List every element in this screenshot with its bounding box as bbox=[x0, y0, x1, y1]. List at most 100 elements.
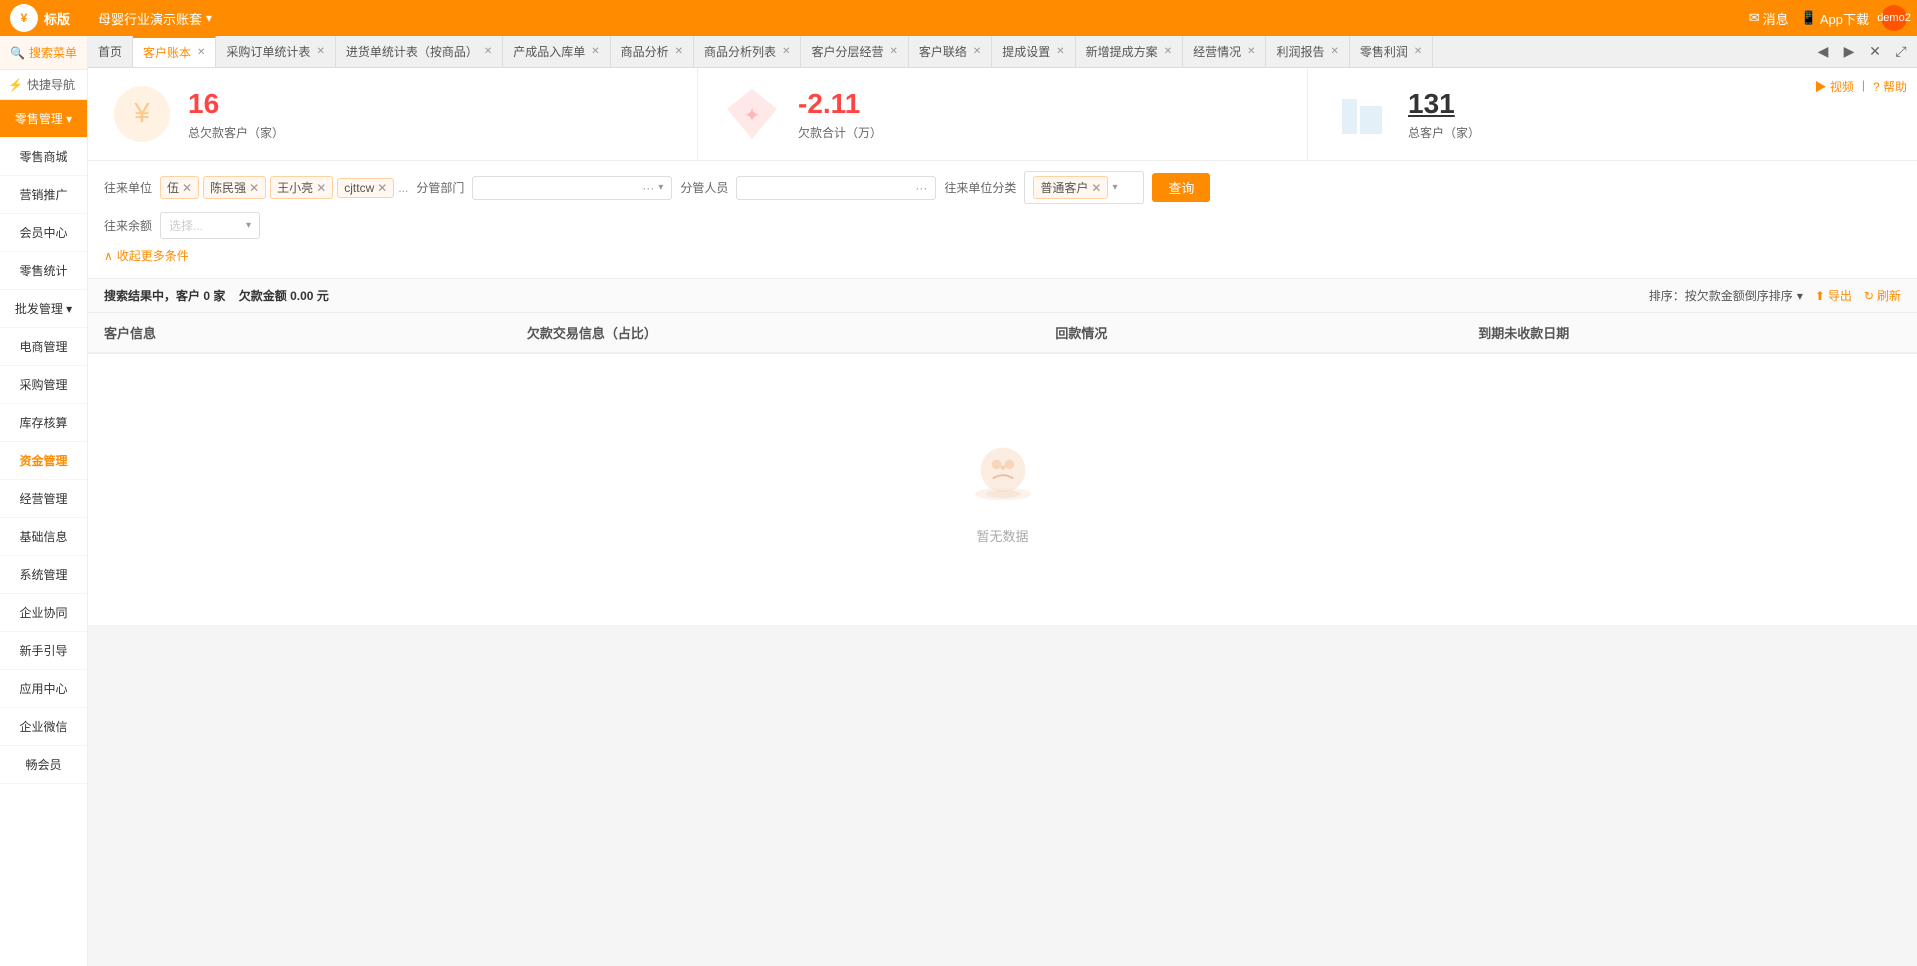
search-count: 0 bbox=[203, 289, 210, 303]
sidebar-item-vip-member[interactable]: 畅会员 bbox=[0, 746, 87, 784]
sidebar-quick-nav[interactable]: ⚡ 快捷导航 bbox=[0, 70, 87, 100]
export-button[interactable]: ⬆ 导出 bbox=[1815, 287, 1852, 304]
refresh-button[interactable]: ↻ 刷新 bbox=[1864, 287, 1901, 304]
help-button[interactable]: ? 帮助 bbox=[1873, 78, 1907, 95]
message-icon: ✉ bbox=[1749, 10, 1760, 26]
sidebar-item-member-center[interactable]: 会员中心 bbox=[0, 214, 87, 252]
stat3-icon-container bbox=[1332, 84, 1392, 144]
sidebar-item-ecommerce[interactable]: 电商管理 bbox=[0, 328, 87, 366]
sidebar-item-operations[interactable]: 经营管理 bbox=[0, 480, 87, 518]
tab-product-inbound-close[interactable]: ✕ bbox=[591, 46, 599, 57]
tab-product-analysis-list-close[interactable]: ✕ bbox=[782, 46, 790, 57]
tab-contact-close[interactable]: ✕ bbox=[973, 46, 981, 57]
tab-new-plan[interactable]: 新增提成方案 ✕ bbox=[1076, 36, 1183, 68]
tab-product-analysis[interactable]: 商品分析 ✕ bbox=[611, 36, 694, 68]
tab-purchase-order-stats[interactable]: 采购订单统计表 ✕ bbox=[216, 36, 335, 68]
tab-customer-ledger-close[interactable]: ✕ bbox=[197, 47, 205, 58]
sidebar-item-marketing[interactable]: 营销推广 bbox=[0, 176, 87, 214]
dept-ellipsis[interactable]: ··· bbox=[642, 181, 654, 195]
tab-product-inbound[interactable]: 产成品入库单 ✕ bbox=[503, 36, 610, 68]
tab-customer-segment[interactable]: 客户分层经营 ✕ bbox=[801, 36, 908, 68]
sidebar-item-enterprise[interactable]: 企业协同 bbox=[0, 594, 87, 632]
export-icon: ⬆ bbox=[1815, 289, 1825, 303]
person-select[interactable]: ··· bbox=[736, 176, 936, 200]
tab-profit-close[interactable]: ✕ bbox=[1331, 46, 1339, 57]
balance-select[interactable]: 选择... ▾ bbox=[160, 212, 260, 239]
stats-row: ¥ 16 总欠款客户（家） ✦ bbox=[88, 68, 1917, 161]
dept-label: 分管部门 bbox=[416, 179, 464, 196]
video-button[interactable]: ▶ 视频 bbox=[1814, 78, 1853, 95]
purchase-label: 采购管理 bbox=[19, 378, 67, 392]
message-button[interactable]: ✉ 消息 bbox=[1749, 9, 1789, 28]
tab-close-all[interactable]: ✕ bbox=[1863, 40, 1887, 64]
sidebar-item-retail-mall[interactable]: 零售商城 bbox=[0, 138, 87, 176]
ecommerce-label: 电商管理 bbox=[19, 340, 67, 354]
marketing-label: 营销推广 bbox=[19, 188, 67, 202]
tab-commission-settings-label: 提成设置 bbox=[1002, 43, 1050, 60]
tab-retail-profit-label: 零售利润 bbox=[1360, 43, 1408, 60]
tab-product-analysis-list[interactable]: 商品分析列表 ✕ bbox=[694, 36, 801, 68]
tab-scroll-right[interactable]: ▶ bbox=[1837, 40, 1861, 64]
tab-business-close[interactable]: ✕ bbox=[1247, 46, 1255, 57]
filter-row-2: 往来余额 选择... ▾ bbox=[104, 212, 1901, 239]
stat3-label: 总客户（家） bbox=[1408, 124, 1893, 141]
collapse-button[interactable]: ∧ 收起更多条件 bbox=[104, 247, 1901, 264]
sidebar-item-guide[interactable]: 新手引导 bbox=[0, 632, 87, 670]
category-tag-close[interactable]: ✕ bbox=[1091, 181, 1101, 195]
tab-purchase-close[interactable]: ✕ bbox=[316, 46, 324, 57]
stat1-value: 16 bbox=[188, 87, 673, 121]
tab-business-status[interactable]: 经营情况 ✕ bbox=[1183, 36, 1266, 68]
tab-expand[interactable]: ⤢ bbox=[1889, 40, 1913, 64]
filter-tag-cjttcw-close[interactable]: ✕ bbox=[377, 181, 387, 195]
tab-profit-report[interactable]: 利润报告 ✕ bbox=[1266, 36, 1349, 68]
content-area: 首页 客户账本 ✕ 采购订单统计表 ✕ 进货单统计表（按商品） ✕ 产成品入库单… bbox=[88, 36, 1917, 966]
workspace-dropdown-icon[interactable]: ▾ bbox=[206, 11, 212, 25]
retail-stats-label: 零售统计 bbox=[19, 264, 67, 278]
workspace-selector[interactable]: 母婴行业演示账套 ▾ bbox=[98, 9, 1749, 28]
app-download-button[interactable]: 📱 App下载 bbox=[1801, 9, 1869, 28]
sidebar-item-corp-wechat[interactable]: 企业微信 bbox=[0, 708, 87, 746]
query-button[interactable]: 查询 bbox=[1152, 173, 1210, 202]
sidebar-item-inventory[interactable]: 库存核算 bbox=[0, 404, 87, 442]
tab-commission-close[interactable]: ✕ bbox=[1056, 46, 1064, 57]
person-ellipsis[interactable]: ··· bbox=[915, 181, 927, 195]
filter-more-tags-btn[interactable]: ... bbox=[398, 181, 408, 195]
filter-tag-wang-close[interactable]: ✕ bbox=[316, 181, 326, 195]
tab-bar: 首页 客户账本 ✕ 采购订单统计表 ✕ 进货单统计表（按商品） ✕ 产成品入库单… bbox=[88, 36, 1917, 68]
tab-inbound-stats[interactable]: 进货单统计表（按商品） ✕ bbox=[336, 36, 503, 68]
stat2-label: 欠款合计（万） bbox=[798, 124, 1283, 141]
tab-retail-profit-close[interactable]: ✕ bbox=[1414, 46, 1422, 57]
sidebar-item-basic-info[interactable]: 基础信息 bbox=[0, 518, 87, 556]
refresh-label: 刷新 bbox=[1877, 287, 1901, 304]
filter-tag-wu-close[interactable]: ✕ bbox=[182, 181, 192, 195]
sidebar-item-retail-stats[interactable]: 零售统计 bbox=[0, 252, 87, 290]
corp-wechat-label: 企业微信 bbox=[19, 720, 67, 734]
tab-product-analysis-list-label: 商品分析列表 bbox=[704, 43, 776, 60]
avatar[interactable]: demo2 bbox=[1881, 5, 1907, 31]
tab-product-analysis-close[interactable]: ✕ bbox=[675, 46, 683, 57]
tab-customer-ledger[interactable]: 客户账本 ✕ bbox=[133, 36, 216, 68]
tab-new-plan-close[interactable]: ✕ bbox=[1164, 46, 1172, 57]
sidebar-item-app-center[interactable]: 应用中心 bbox=[0, 670, 87, 708]
tab-home[interactable]: 首页 bbox=[88, 36, 133, 68]
sidebar-search[interactable]: 🔍 搜索菜单 bbox=[0, 36, 87, 70]
tab-commission-settings[interactable]: 提成设置 ✕ bbox=[992, 36, 1075, 68]
tab-customer-contact[interactable]: 客户联络 ✕ bbox=[909, 36, 992, 68]
sidebar-item-retail-mgmt[interactable]: 零售管理 ▾ bbox=[0, 100, 87, 138]
filter-tag-wu: 伍 ✕ bbox=[160, 176, 199, 199]
tab-inbound-close[interactable]: ✕ bbox=[484, 46, 492, 57]
phone-icon: 📱 bbox=[1801, 10, 1817, 26]
sidebar-item-purchase[interactable]: 采购管理 bbox=[0, 366, 87, 404]
sidebar-item-capital[interactable]: 资金管理 bbox=[0, 442, 87, 480]
sort-selector[interactable]: 排序：按欠款金额倒序排序 ▾ bbox=[1649, 287, 1803, 304]
tab-segment-close[interactable]: ✕ bbox=[889, 46, 897, 57]
sidebar-item-sys-mgmt[interactable]: 系统管理 bbox=[0, 556, 87, 594]
sidebar-item-wholesale[interactable]: 批发管理 ▾ bbox=[0, 290, 87, 328]
quick-nav-label: 快捷导航 bbox=[27, 76, 75, 93]
tab-new-plan-label: 新增提成方案 bbox=[1086, 43, 1158, 60]
tab-scroll-left[interactable]: ◀ bbox=[1811, 40, 1835, 64]
unit-category-select[interactable]: 普通客户 ✕ ▾ bbox=[1024, 171, 1144, 204]
dept-select[interactable]: ··· ▾ bbox=[472, 176, 672, 200]
tab-retail-profit[interactable]: 零售利润 ✕ bbox=[1350, 36, 1433, 68]
filter-tag-chen-close[interactable]: ✕ bbox=[249, 181, 259, 195]
